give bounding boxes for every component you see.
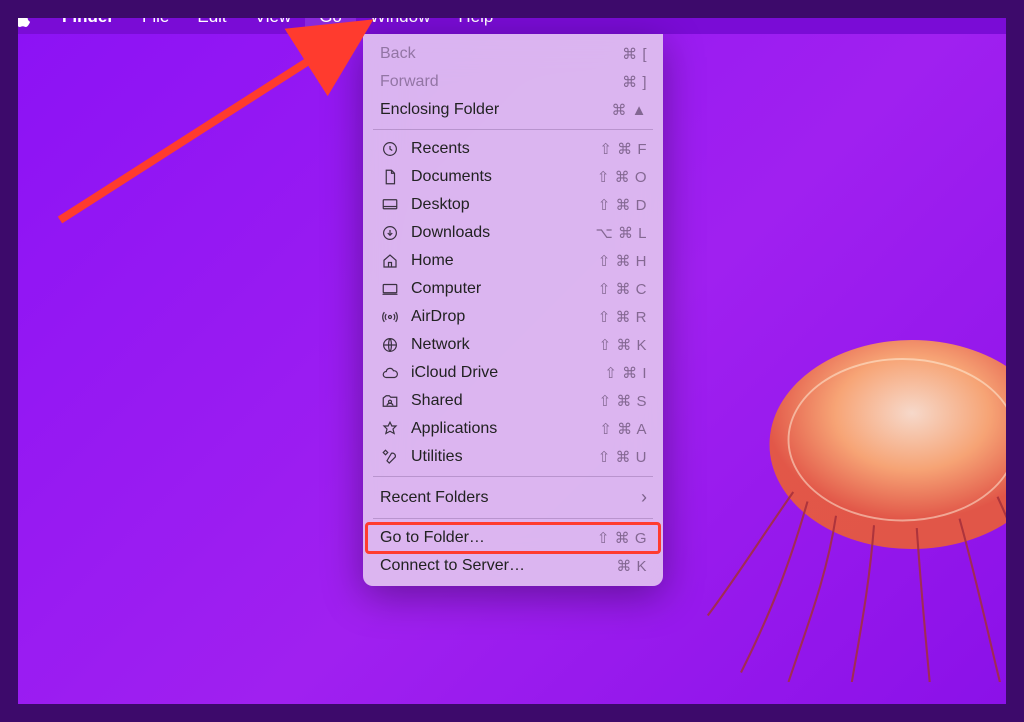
outer-frame bbox=[0, 0, 1024, 722]
